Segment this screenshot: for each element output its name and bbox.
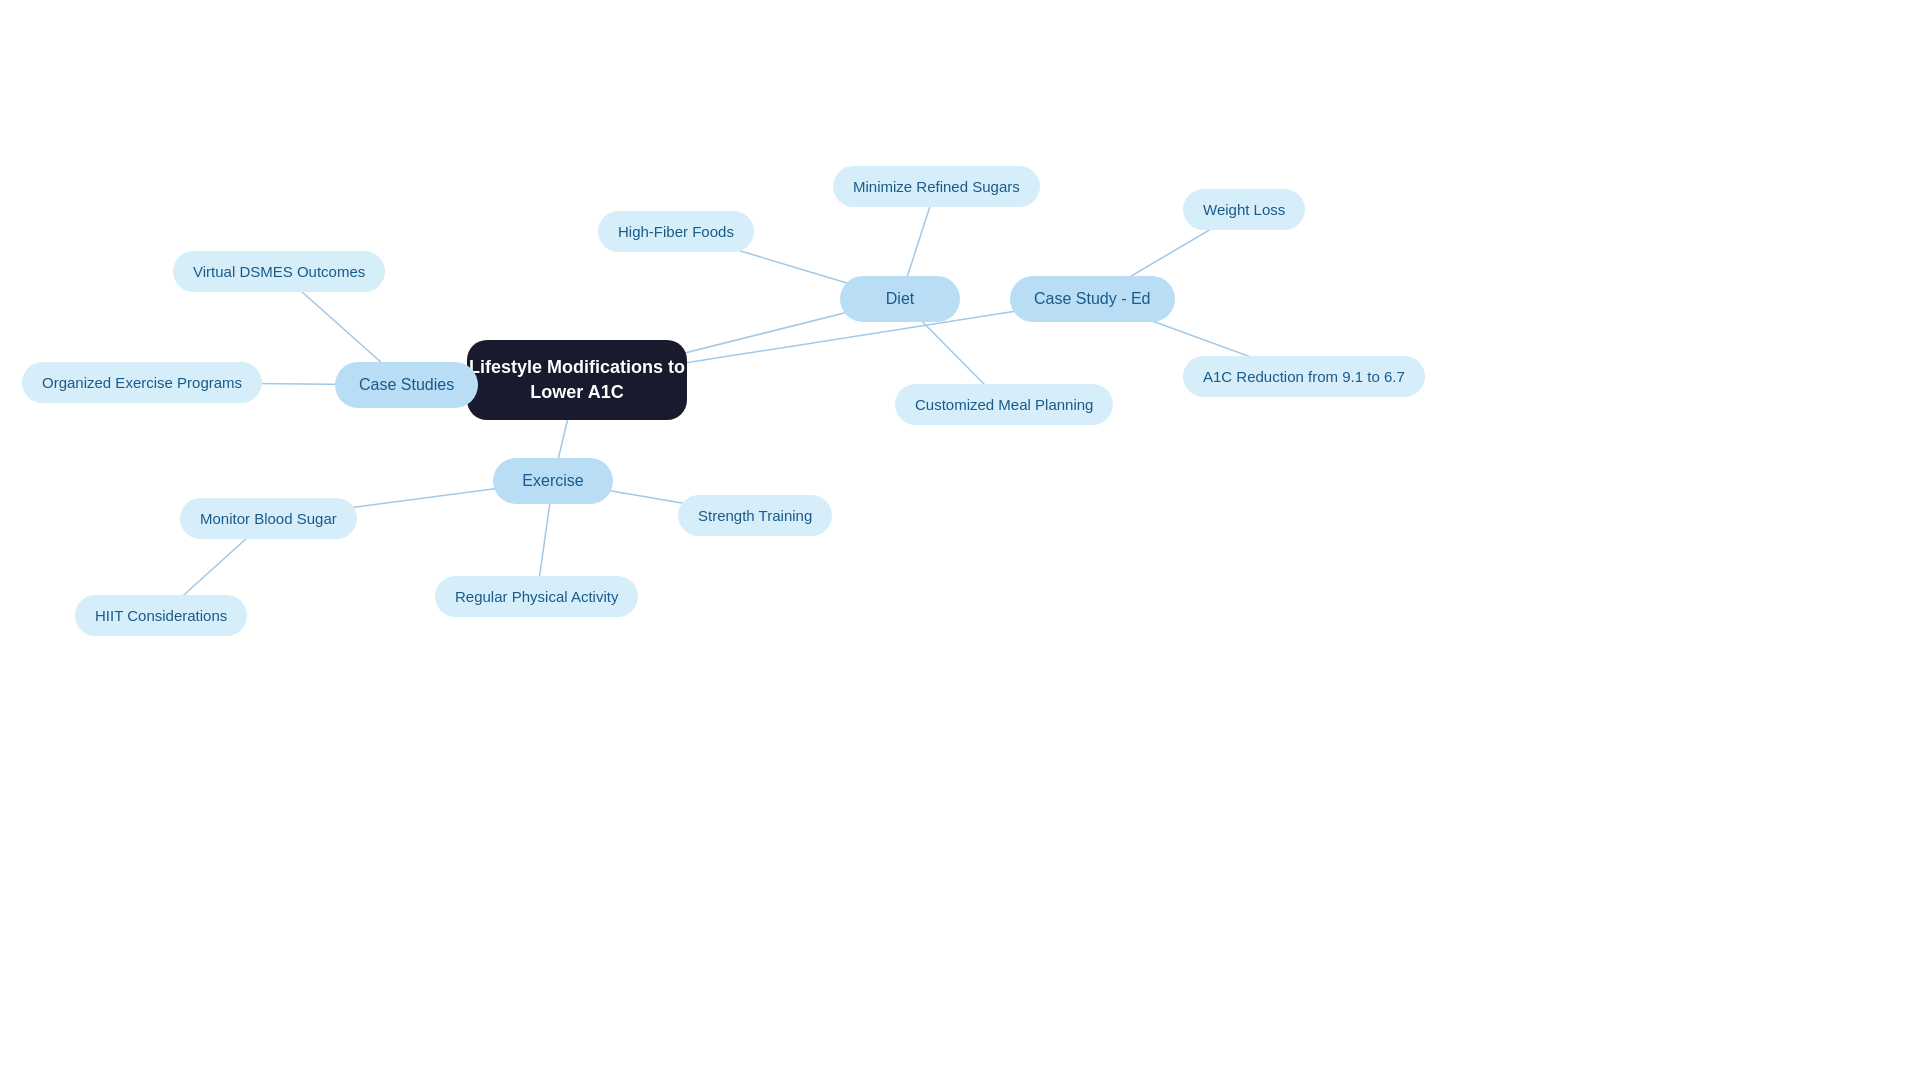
monitor-blood-sugar-label: Monitor Blood Sugar <box>200 510 337 527</box>
exercise-label: Exercise <box>522 472 583 490</box>
case-study-ed-label: Case Study - Ed <box>1034 290 1151 308</box>
high-fiber-foods-node[interactable]: High-Fiber Foods <box>598 211 754 252</box>
hiit-considerations-label: HIIT Considerations <box>95 607 227 624</box>
case-study-ed-node[interactable]: Case Study - Ed <box>1010 276 1175 322</box>
a1c-reduction-label: A1C Reduction from 9.1 to 6.7 <box>1203 368 1405 385</box>
center-node-label: Lifestyle Modifications to Lower A1C <box>469 355 685 405</box>
high-fiber-foods-label: High-Fiber Foods <box>618 223 734 240</box>
hiit-considerations-node[interactable]: HIIT Considerations <box>75 595 247 636</box>
diet-node[interactable]: Diet <box>840 276 960 322</box>
virtual-dsmes-outcomes-node[interactable]: Virtual DSMES Outcomes <box>173 251 385 292</box>
exercise-node[interactable]: Exercise <box>493 458 613 504</box>
regular-physical-activity-node[interactable]: Regular Physical Activity <box>435 576 638 617</box>
organized-exercise-label: Organized Exercise Programs <box>42 374 242 391</box>
diet-label: Diet <box>886 290 914 308</box>
minimize-refined-sugars-node[interactable]: Minimize Refined Sugars <box>833 166 1040 207</box>
weight-loss-node[interactable]: Weight Loss <box>1183 189 1305 230</box>
strength-training-label: Strength Training <box>698 507 812 524</box>
customized-meal-planning-node[interactable]: Customized Meal Planning <box>895 384 1113 425</box>
customized-meal-planning-label: Customized Meal Planning <box>915 396 1093 413</box>
minimize-refined-sugars-label: Minimize Refined Sugars <box>853 178 1020 195</box>
center-node[interactable]: Lifestyle Modifications to Lower A1C <box>467 340 687 420</box>
case-studies-node[interactable]: Case Studies <box>335 362 478 408</box>
virtual-dsmes-label: Virtual DSMES Outcomes <box>193 263 365 280</box>
regular-physical-activity-label: Regular Physical Activity <box>455 588 618 605</box>
monitor-blood-sugar-node[interactable]: Monitor Blood Sugar <box>180 498 357 539</box>
a1c-reduction-node[interactable]: A1C Reduction from 9.1 to 6.7 <box>1183 356 1425 397</box>
weight-loss-label: Weight Loss <box>1203 201 1285 218</box>
case-studies-label: Case Studies <box>359 376 454 394</box>
organized-exercise-programs-node[interactable]: Organized Exercise Programs <box>22 362 262 403</box>
strength-training-node[interactable]: Strength Training <box>678 495 832 536</box>
